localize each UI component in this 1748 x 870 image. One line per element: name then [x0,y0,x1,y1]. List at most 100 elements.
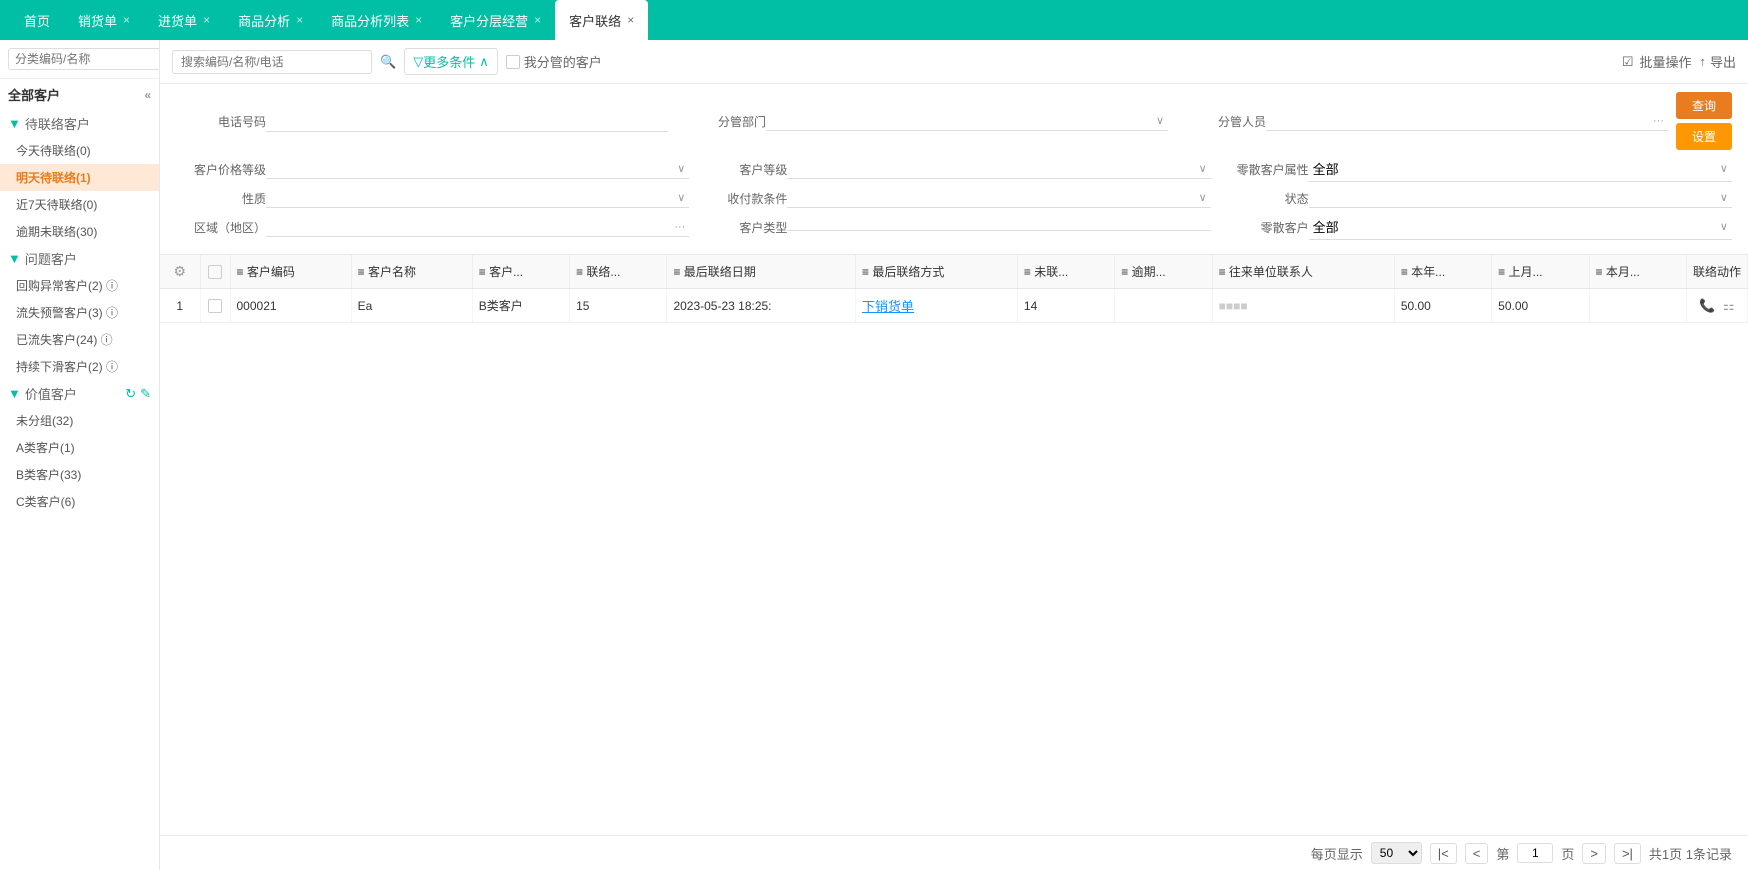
settings-btn[interactable]: 设置 [1676,123,1732,150]
sidebar-item-class-c[interactable]: C类客户(6) [0,488,159,515]
more-conditions-btn[interactable]: ▽ 更多条件 ∧ [404,48,498,75]
col-code-header: ≡ 客户编码 [230,255,351,289]
filter-retail-attr-select[interactable]: 全部 ∨ [1309,156,1732,182]
sidebar-search-input[interactable] [8,48,160,70]
filter-payment-select[interactable]: ∨ [787,188,1210,208]
filter-phone-input[interactable] [266,111,668,132]
filter-level-select[interactable]: ∨ [787,159,1210,179]
sidebar-all-customers-label: 全部客户 [8,85,60,104]
filter-region-select[interactable]: ··· [266,218,689,237]
manager-ellipsis: ··· [1653,115,1664,127]
sidebar-item-class-b[interactable]: B类客户(33) [0,461,159,488]
col-action-header: 联络动作 [1686,255,1747,289]
nav-customer-contact[interactable]: 客户联络 × [555,0,648,40]
table-settings-icon[interactable]: ⚙ [173,263,186,279]
filter-gender-select[interactable]: ∨ [266,188,689,208]
sidebar-item-repurchase-abnormal[interactable]: 回购异常客户(2) ⓘ [0,272,159,299]
last-page-btn[interactable]: >| [1614,843,1641,864]
nav-product-analysis-list[interactable]: 商品分析列表 × [317,0,436,40]
filter-payment-cell: 收付款条件 ∨ [697,188,1210,208]
action-phone-icon[interactable]: 📞 [1699,298,1715,313]
sidebar-refresh-icon[interactable]: ↻ [125,386,136,402]
select-all-checkbox[interactable] [208,265,222,279]
sidebar-item-ungrouped[interactable]: 未分组(32) [0,407,159,434]
sidebar-collapse-icon[interactable]: « [144,88,151,102]
filter-dept-cell: 分管部门 ∨ [676,111,1168,131]
row-customer-type: B类客户 [472,289,569,323]
sidebar-all-customers[interactable]: 全部客户 « [0,79,159,110]
nav-product-analysis[interactable]: 商品分析 × [224,0,317,40]
filter-price-select[interactable]: ∨ [266,159,689,179]
filter-status-cell: 状态 ∨ [1219,188,1732,208]
row-this-month [1589,289,1686,323]
data-table-area: ⚙ ≡ 客户编码 ≡ 客户名称 ≡ 客户... ≡ 联络... ≡ 最后联络日期… [160,255,1748,835]
sidebar-group-pending: ▼ 待联络客户 [0,110,159,137]
close-product-analysis-list[interactable]: × [415,13,422,27]
nav-customer-segmentation[interactable]: 客户分层经营 × [436,0,555,40]
search-input[interactable] [172,50,372,74]
price-chevron-icon: ∨ [677,162,685,175]
sidebar-item-churn-warning[interactable]: 流失预警客户(3) ⓘ [0,299,159,326]
filter-manager-select[interactable]: ··· [1266,112,1668,131]
sidebar-item-today[interactable]: 今天待联络(0) [0,137,159,164]
row-last-contact-method: 下销货单 [856,289,1018,323]
page-input[interactable] [1517,843,1553,863]
close-product-analysis[interactable]: × [296,13,303,27]
filter-dept-select[interactable]: ∨ [766,111,1168,131]
sidebar-item-class-a[interactable]: A类客户(1) [0,434,159,461]
pagination-footer: 每页显示 50 100 200 |< < 第 页 > >| 共1页 1条记录 [160,835,1748,870]
toolbar-search-button[interactable]: 🔍 [380,54,396,70]
nav-purchase-order[interactable]: 进货单 × [144,0,224,40]
row-this-year: 50.00 [1394,289,1491,323]
filter-price-cell: 客户价格等级 ∨ [176,159,689,179]
filter-manager-label: 分管人员 [1176,113,1266,130]
col-last-contact-date-header: ≡ 最后联络日期 [667,255,856,289]
close-sales-order[interactable]: × [123,13,130,27]
filter-customer-type-select[interactable] [787,224,1210,231]
row-action: 📞 ⚏ [1686,289,1747,323]
last-contact-link[interactable]: 下销货单 [862,299,914,314]
export-btn[interactable]: ↑ 导出 [1699,52,1736,71]
sidebar-edit-icon[interactable]: ✎ [140,386,151,402]
row-last-month: 50.00 [1492,289,1589,323]
sidebar-item-overdue[interactable]: 逾期未联络(30) [0,218,159,245]
close-customer-contact[interactable]: × [627,13,634,27]
row-check[interactable] [200,289,230,323]
sidebar-item-7days[interactable]: 近7天待联络(0) [0,191,159,218]
filter-icon: ▽ [413,54,423,70]
batch-op-btn[interactable]: ☑ 批量操作 [1622,52,1692,71]
filter-row-1: 电话号码 分管部门 ∨ 分管人员 ··· [176,92,1732,150]
toolbar: 🔍 ▽ 更多条件 ∧ 我分管的客户 ☑ 批量操作 ↑ 导出 [160,40,1748,84]
more-conditions-arrow: ∧ [479,54,489,70]
prev-page-btn[interactable]: < [1465,843,1489,864]
nav-sales-order[interactable]: 销货单 × [64,0,144,40]
col-customer-type-header: ≡ 客户... [472,255,569,289]
retail-attr-chevron-icon: ∨ [1720,162,1728,175]
filter-retail-customer-select[interactable]: 全部 ∨ [1309,214,1732,240]
row-checkbox[interactable] [208,299,222,313]
close-purchase-order[interactable]: × [203,13,210,27]
my-customers-checkbox[interactable]: 我分管的客户 [506,52,602,71]
sidebar-arrow-problem: ▼ [8,251,21,266]
query-btn[interactable]: 查询 [1676,92,1732,119]
sidebar-item-tomorrow[interactable]: 明天待联络(1) [0,164,159,191]
close-customer-segmentation[interactable]: × [534,13,541,27]
nav-home[interactable]: 首页 [10,0,64,40]
row-name: Ea [351,289,472,323]
retail-customer-chevron-icon: ∨ [1720,220,1728,233]
next-page-btn[interactable]: > [1582,843,1606,864]
row-idx: 1 [160,289,200,323]
col-contact-count-header: ≡ 联络... [570,255,667,289]
my-customers-checkbox-icon [506,55,520,69]
filter-price-label: 客户价格等级 [176,161,266,178]
filter-customer-type-label: 客户类型 [697,219,787,236]
per-page-select[interactable]: 50 100 200 [1371,842,1422,864]
action-more-icon[interactable]: ⚏ [1723,298,1735,313]
filter-status-select[interactable]: ∨ [1309,188,1732,208]
filter-retail-customer-cell: 零散客户 全部 ∨ [1219,214,1732,240]
sidebar-item-declining[interactable]: 持续下滑客户(2) ⓘ [0,353,159,380]
col-overdue-header: ≡ 逾期... [1115,255,1212,289]
sidebar-item-churned[interactable]: 已流失客户(24) ⓘ [0,326,159,353]
first-page-btn[interactable]: |< [1430,843,1457,864]
region-ellipsis: ··· [674,221,685,233]
